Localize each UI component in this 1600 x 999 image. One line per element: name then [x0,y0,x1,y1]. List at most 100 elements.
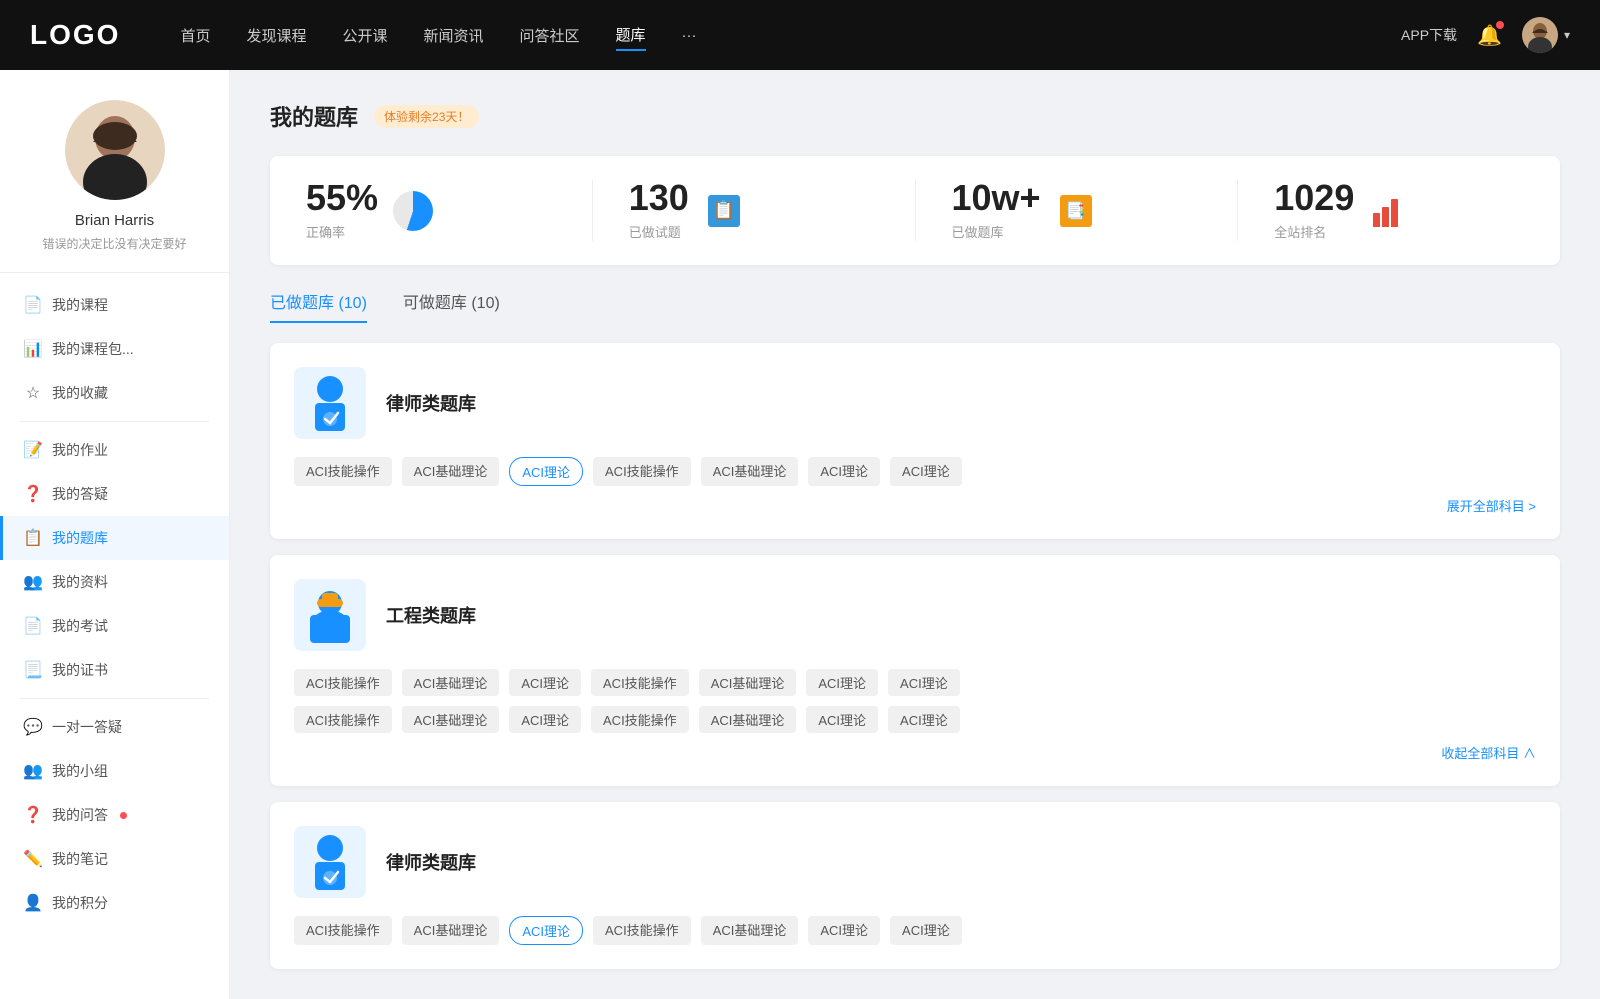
stat-done-qbanks-text: 10w+ 已做题库 [952,180,1041,241]
tag-1b-2[interactable]: ACI理论 [509,706,581,733]
sidebar-divider-2 [20,698,209,699]
tab-todo-qbank[interactable]: 可做题库 (10) [403,289,500,323]
tag-0-2[interactable]: ACI理论 [509,457,583,486]
tag-2-6[interactable]: ACI理论 [890,916,962,945]
tag-2-5[interactable]: ACI理论 [808,916,880,945]
profile-motto: 错误的决定比没有决定要好 [42,235,186,252]
qbank-card-lawyer-2: 律师类题库 ACI技能操作 ACI基础理论 ACI理论 ACI技能操作 ACI基… [270,802,1560,969]
top-navigation: LOGO 首页 发现课程 公开课 新闻资讯 问答社区 题库 ··· APP下载 … [0,0,1600,70]
nav-item-qa[interactable]: 问答社区 [520,21,580,50]
stat-done-qbanks: 10w+ 已做题库 📑 [916,180,1239,241]
nav-item-open[interactable]: 公开课 [342,21,387,50]
logo: LOGO [30,19,120,51]
stat-accuracy-value: 55% [306,180,378,216]
main-content: 我的题库 体验剩余23天！ 55% 正确率 130 已做试题 📋 [230,70,1600,999]
user-avatar-button[interactable]: ▾ [1522,17,1570,53]
tag-1b-5[interactable]: ACI理论 [806,706,878,733]
sidebar-menu: 📄 我的课程 📊 我的课程包... ☆ 我的收藏 📝 我的作业 ❓ 我的答疑 � [0,273,229,935]
tag-0-0[interactable]: ACI技能操作 [294,457,392,486]
nav-item-home[interactable]: 首页 [180,21,210,50]
sidebar-item-my-qa[interactable]: ❓ 我的问答 [0,793,229,837]
qbank-card-lawyer-1: 律师类题库 ACI技能操作 ACI基础理论 ACI理论 ACI技能操作 ACI基… [270,343,1560,539]
sidebar: Brian Harris 错误的决定比没有决定要好 📄 我的课程 📊 我的课程包… [0,70,230,999]
nav-item-more[interactable]: ··· [682,23,697,48]
stat-ranking: 1029 全站排名 [1238,180,1560,241]
sidebar-item-homework[interactable]: 📝 我的作业 [0,428,229,472]
tag-0-3[interactable]: ACI技能操作 [593,457,691,486]
stat-done-qbanks-label: 已做题库 [952,222,1041,241]
profile-name: Brian Harris [75,212,154,229]
tag-1b-0[interactable]: ACI技能操作 [294,706,392,733]
stat-accuracy-text: 55% 正确率 [306,180,378,241]
trial-badge: 体验剩余23天！ [374,105,479,128]
tag-2-1[interactable]: ACI基础理论 [402,916,500,945]
tag-1-3[interactable]: ACI技能操作 [591,669,689,696]
sidebar-item-materials[interactable]: 👥 我的资料 [0,560,229,604]
my-qa-icon: ❓ [24,806,42,824]
sidebar-item-notes[interactable]: ✏️ 我的笔记 [0,837,229,881]
sidebar-item-points[interactable]: 👤 我的积分 [0,881,229,925]
materials-icon: 👥 [24,573,42,591]
profile-avatar [65,100,165,200]
tag-1b-4[interactable]: ACI基础理论 [699,706,797,733]
profile-section: Brian Harris 错误的决定比没有决定要好 [0,100,229,273]
tag-1b-3[interactable]: ACI技能操作 [591,706,689,733]
stat-ranking-value: 1029 [1274,180,1354,216]
nav-item-news[interactable]: 新闻资讯 [424,21,484,50]
sidebar-item-exams[interactable]: 📄 我的考试 [0,604,229,648]
accuracy-chart-icon [392,190,434,232]
tag-2-0[interactable]: ACI技能操作 [294,916,392,945]
homework-icon: 📝 [24,441,42,459]
page-header: 我的题库 体验剩余23天！ [270,100,1560,132]
qbank-card-header-1: 律师类题库 [294,367,1536,439]
tag-2-4[interactable]: ACI基础理论 [701,916,799,945]
tag-0-6[interactable]: ACI理论 [890,457,962,486]
groups-icon: 👥 [24,762,42,780]
qbank-card-header-2: 工程类题库 [294,579,1536,651]
tag-1-6[interactable]: ACI理论 [888,669,960,696]
qbank-card-header-3: 律师类题库 [294,826,1536,898]
sidebar-item-certificates[interactable]: 📃 我的证书 [0,648,229,692]
exams-icon: 📄 [24,617,42,635]
sidebar-item-qbank[interactable]: 📋 我的题库 [0,516,229,560]
qbank-icon: 📋 [24,529,42,547]
tag-1-1[interactable]: ACI基础理论 [402,669,500,696]
sidebar-item-course-packages[interactable]: 📊 我的课程包... [0,327,229,371]
qa-notification-dot [120,812,127,819]
tag-0-1[interactable]: ACI基础理论 [402,457,500,486]
nav-item-courses[interactable]: 发现课程 [246,21,306,50]
lawyer-icon-1 [294,367,366,439]
qbank-tags-row-2a: ACI技能操作 ACI基础理论 ACI理论 ACI技能操作 ACI基础理论 AC… [294,669,1536,696]
tag-1-2[interactable]: ACI理论 [509,669,581,696]
app-download-link[interactable]: APP下载 [1401,25,1457,45]
tag-1-4[interactable]: ACI基础理论 [699,669,797,696]
sidebar-item-groups[interactable]: 👥 我的小组 [0,749,229,793]
sidebar-item-favorites[interactable]: ☆ 我的收藏 [0,371,229,415]
list-icon: 📑 [1055,190,1097,232]
book-icon: 📋 [703,190,745,232]
lawyer-icon-2 [294,826,366,898]
tag-0-4[interactable]: ACI基础理论 [701,457,799,486]
one-on-one-icon: 💬 [24,718,42,736]
expand-link-1[interactable]: 展开全部科目 > [294,496,1536,515]
qbank-tags-row-3: ACI技能操作 ACI基础理论 ACI理论 ACI技能操作 ACI基础理论 AC… [294,916,1536,945]
tag-1b-6[interactable]: ACI理论 [888,706,960,733]
sidebar-item-my-courses[interactable]: 📄 我的课程 [0,283,229,327]
nav-item-qbank[interactable]: 题库 [616,20,646,51]
tag-1-5[interactable]: ACI理论 [806,669,878,696]
stat-ranking-label: 全站排名 [1274,222,1354,241]
tab-done-qbank[interactable]: 已做题库 (10) [270,289,367,323]
my-courses-icon: 📄 [24,296,42,314]
qbank-title-1: 律师类题库 [386,390,476,416]
stat-accuracy: 55% 正确率 [270,180,593,241]
sidebar-item-qa-answer[interactable]: ❓ 我的答疑 [0,472,229,516]
chart-bar-1 [1373,213,1380,227]
collapse-link[interactable]: 收起全部科目 ∧ [294,743,1536,762]
tag-1-0[interactable]: ACI技能操作 [294,669,392,696]
tag-2-3[interactable]: ACI技能操作 [593,916,691,945]
tag-0-5[interactable]: ACI理论 [808,457,880,486]
tag-1b-1[interactable]: ACI基础理论 [402,706,500,733]
tag-2-2[interactable]: ACI理论 [509,916,583,945]
notification-bell-icon[interactable]: 🔔 [1477,23,1502,48]
sidebar-item-one-on-one[interactable]: 💬 一对一答疑 [0,705,229,749]
